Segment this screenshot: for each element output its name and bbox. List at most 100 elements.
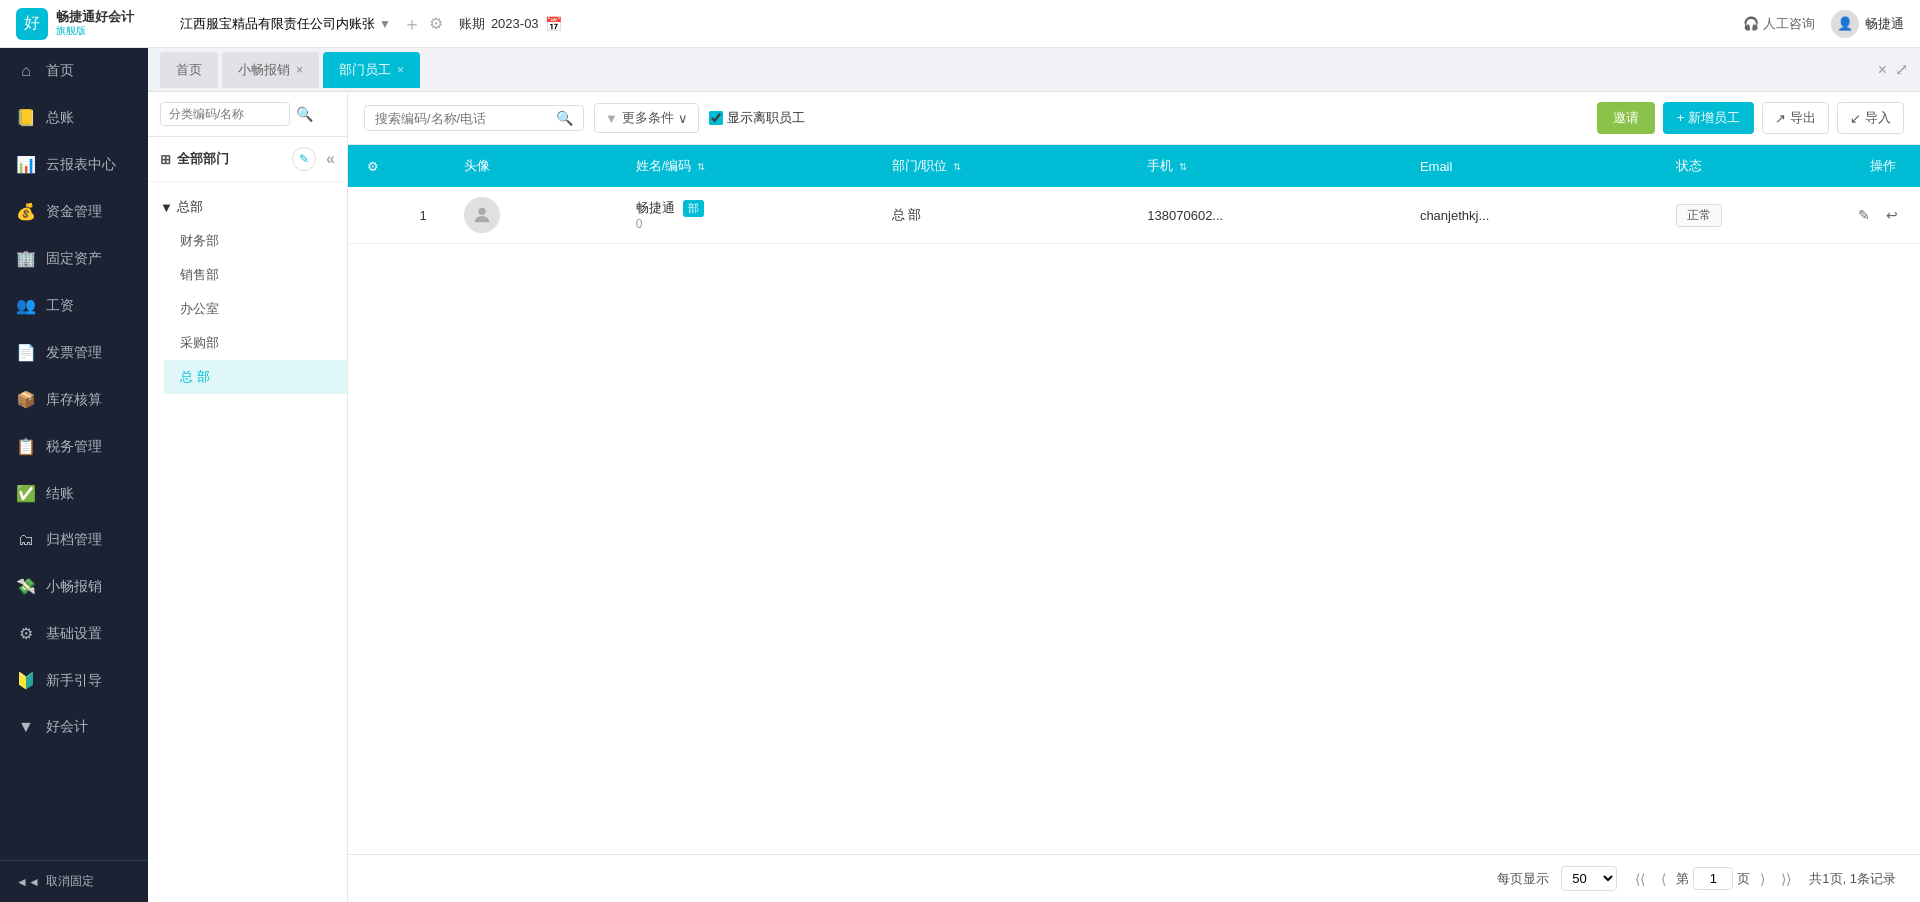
- dept-item-finance[interactable]: 财务部: [164, 224, 347, 258]
- last-page-btn[interactable]: ⟩⟩: [1775, 869, 1797, 889]
- per-page-label: 每页显示: [1497, 870, 1549, 888]
- period-label: 账期: [459, 15, 485, 33]
- dept-search-icon[interactable]: 🔍: [296, 106, 313, 122]
- sidebar-item-archive[interactable]: 🗂 归档管理: [0, 517, 148, 563]
- per-page-select[interactable]: 50 10 20 100: [1561, 866, 1617, 891]
- dept-item-office[interactable]: 办公室: [164, 292, 347, 326]
- invite-button[interactable]: 邀请: [1597, 102, 1655, 134]
- page-number-input[interactable]: [1693, 867, 1733, 890]
- settle-icon: ✅: [16, 484, 36, 503]
- emp-search-box: 🔍: [364, 105, 584, 131]
- content-split: 🔍 ⊞ 全部部门 ✎ « ▼ 总部: [148, 92, 1920, 902]
- sidebar-item-settle[interactable]: ✅ 结账: [0, 470, 148, 517]
- service-button[interactable]: 🎧 人工咨询: [1743, 15, 1815, 33]
- next-page-btn[interactable]: ⟩: [1754, 869, 1771, 889]
- cancel-pin-label: 取消固定: [46, 873, 94, 890]
- sidebar-label-invoice: 发票管理: [46, 344, 102, 362]
- reports-icon: 📊: [16, 155, 36, 174]
- user-name: 畅捷通: [1865, 15, 1904, 33]
- dept-grid-icon: ⊞: [160, 152, 171, 167]
- dept-item-purchase[interactable]: 采购部: [164, 326, 347, 360]
- pin-icon: ◄◄: [16, 875, 40, 889]
- company-dropdown-arrow: ▼: [379, 17, 391, 31]
- tab-xiaochang-close[interactable]: ×: [296, 63, 303, 77]
- dept-item-general[interactable]: 总 部: [164, 360, 347, 394]
- sidebar-item-assets[interactable]: 🏢 固定资产: [0, 235, 148, 282]
- col-settings[interactable]: ⚙: [348, 145, 398, 187]
- dept-item-sales[interactable]: 销售部: [164, 258, 347, 292]
- export-button[interactable]: ↗ 导出: [1762, 102, 1829, 134]
- dept-collapse-btn[interactable]: «: [326, 150, 335, 168]
- sidebar-item-ledger[interactable]: 📒 总账: [0, 94, 148, 141]
- pagination: 每页显示 50 10 20 100 ⟨⟨ ⟨ 第: [348, 854, 1920, 902]
- company-name: 江西服宝精品有限责任公司内账张: [180, 15, 375, 33]
- service-label: 人工咨询: [1763, 15, 1815, 33]
- sidebar-label-funds: 资金管理: [46, 203, 102, 221]
- calendar-icon[interactable]: 📅: [545, 16, 562, 32]
- inventory-icon: 📦: [16, 390, 36, 409]
- dept-tree-parent[interactable]: ▼ 总部: [148, 190, 347, 224]
- row-status-cell: 正常: [1660, 187, 1820, 244]
- tab-home[interactable]: 首页: [160, 52, 218, 88]
- tab-department-close[interactable]: ×: [397, 63, 404, 77]
- row-phone-cell: 138070602...: [1131, 187, 1404, 244]
- tab-xiaochang[interactable]: 小畅报销 ×: [222, 52, 319, 88]
- show-resigned-label[interactable]: 显示离职员工: [709, 109, 805, 127]
- employee-dept-badge: 部: [683, 200, 704, 217]
- add-employee-button[interactable]: + 新增员工: [1663, 102, 1754, 134]
- dept-edit-btn[interactable]: ✎: [292, 147, 316, 171]
- tab-xiaochang-label: 小畅报销: [238, 61, 290, 79]
- col-phone[interactable]: 手机 ⇅: [1131, 145, 1404, 187]
- dept-tree: ▼ 总部 财务部 销售部 办公室 采购部 总 部: [148, 182, 347, 902]
- sidebar-item-inventory[interactable]: 📦 库存核算: [0, 376, 148, 423]
- dept-parent-label: 总部: [177, 198, 203, 216]
- sidebar-item-xiaochang[interactable]: 💸 小畅报销: [0, 563, 148, 610]
- svg-point-0: [478, 208, 485, 215]
- company-dropdown[interactable]: 江西服宝精品有限责任公司内账张 ▼: [180, 15, 391, 33]
- emp-search-input[interactable]: [375, 111, 550, 126]
- emp-search-icon[interactable]: 🔍: [556, 110, 573, 126]
- row-index: 1: [398, 187, 448, 244]
- sidebar-item-tax[interactable]: 📋 税务管理: [0, 423, 148, 470]
- dept-search-input[interactable]: [160, 102, 290, 126]
- cancel-pin-button[interactable]: ◄◄ 取消固定: [0, 860, 148, 902]
- first-page-btn[interactable]: ⟨⟨: [1629, 869, 1651, 889]
- sidebar-item-funds[interactable]: 💰 资金管理: [0, 188, 148, 235]
- tab-expand-btn[interactable]: ⤢: [1895, 60, 1908, 79]
- dept-header: ⊞ 全部部门 ✎ «: [148, 137, 347, 182]
- dept-parent-arrow: ▼: [160, 200, 173, 215]
- ledger-icon: 📒: [16, 108, 36, 127]
- show-resigned-text: 显示离职员工: [727, 109, 805, 127]
- show-resigned-checkbox[interactable]: [709, 111, 723, 125]
- user-area[interactable]: 👤 畅捷通: [1831, 10, 1904, 38]
- sidebar-item-reports[interactable]: 📊 云报表中心: [0, 141, 148, 188]
- import-button[interactable]: ↙ 导入: [1837, 102, 1904, 134]
- employee-dept: 总 部: [892, 207, 922, 222]
- sidebar-item-settings[interactable]: ⚙ 基础设置: [0, 610, 148, 657]
- edit-employee-button[interactable]: ✎: [1852, 205, 1876, 225]
- sidebar-item-payroll[interactable]: 👥 工资: [0, 282, 148, 329]
- row-action-cell: ✎ ↩: [1820, 187, 1920, 244]
- sidebar-item-more[interactable]: ▼ 好会计: [0, 704, 148, 750]
- prev-page-btn[interactable]: ⟨: [1655, 869, 1672, 889]
- col-index: [398, 145, 448, 187]
- tab-department[interactable]: 部门员工 ×: [323, 52, 420, 88]
- tab-close-btn[interactable]: ×: [1878, 60, 1887, 79]
- more-icon: ▼: [16, 718, 36, 736]
- filter-chevron: ∨: [678, 111, 688, 126]
- sidebar-item-invoice[interactable]: 📄 发票管理: [0, 329, 148, 376]
- sidebar-label-xiaochang: 小畅报销: [46, 578, 102, 596]
- sidebar-item-home[interactable]: ⌂ 首页: [0, 48, 148, 94]
- add-company-btn[interactable]: ＋: [403, 12, 421, 36]
- header-right: 🎧 人工咨询 👤 畅捷通: [1743, 10, 1904, 38]
- settings-btn[interactable]: ⚙: [429, 14, 443, 33]
- export-label: 导出: [1790, 109, 1816, 127]
- logout-employee-button[interactable]: ↩: [1880, 205, 1904, 225]
- filter-button[interactable]: ▼ 更多条件 ∨: [594, 103, 699, 133]
- col-dept[interactable]: 部门/职位 ⇅: [876, 145, 1132, 187]
- sidebar-label-payroll: 工资: [46, 297, 74, 315]
- row-name-cell: 畅捷通 部 0: [620, 187, 876, 244]
- assets-icon: 🏢: [16, 249, 36, 268]
- sidebar-item-guide[interactable]: 🔰 新手引导: [0, 657, 148, 704]
- col-name[interactable]: 姓名/编码 ⇅: [620, 145, 876, 187]
